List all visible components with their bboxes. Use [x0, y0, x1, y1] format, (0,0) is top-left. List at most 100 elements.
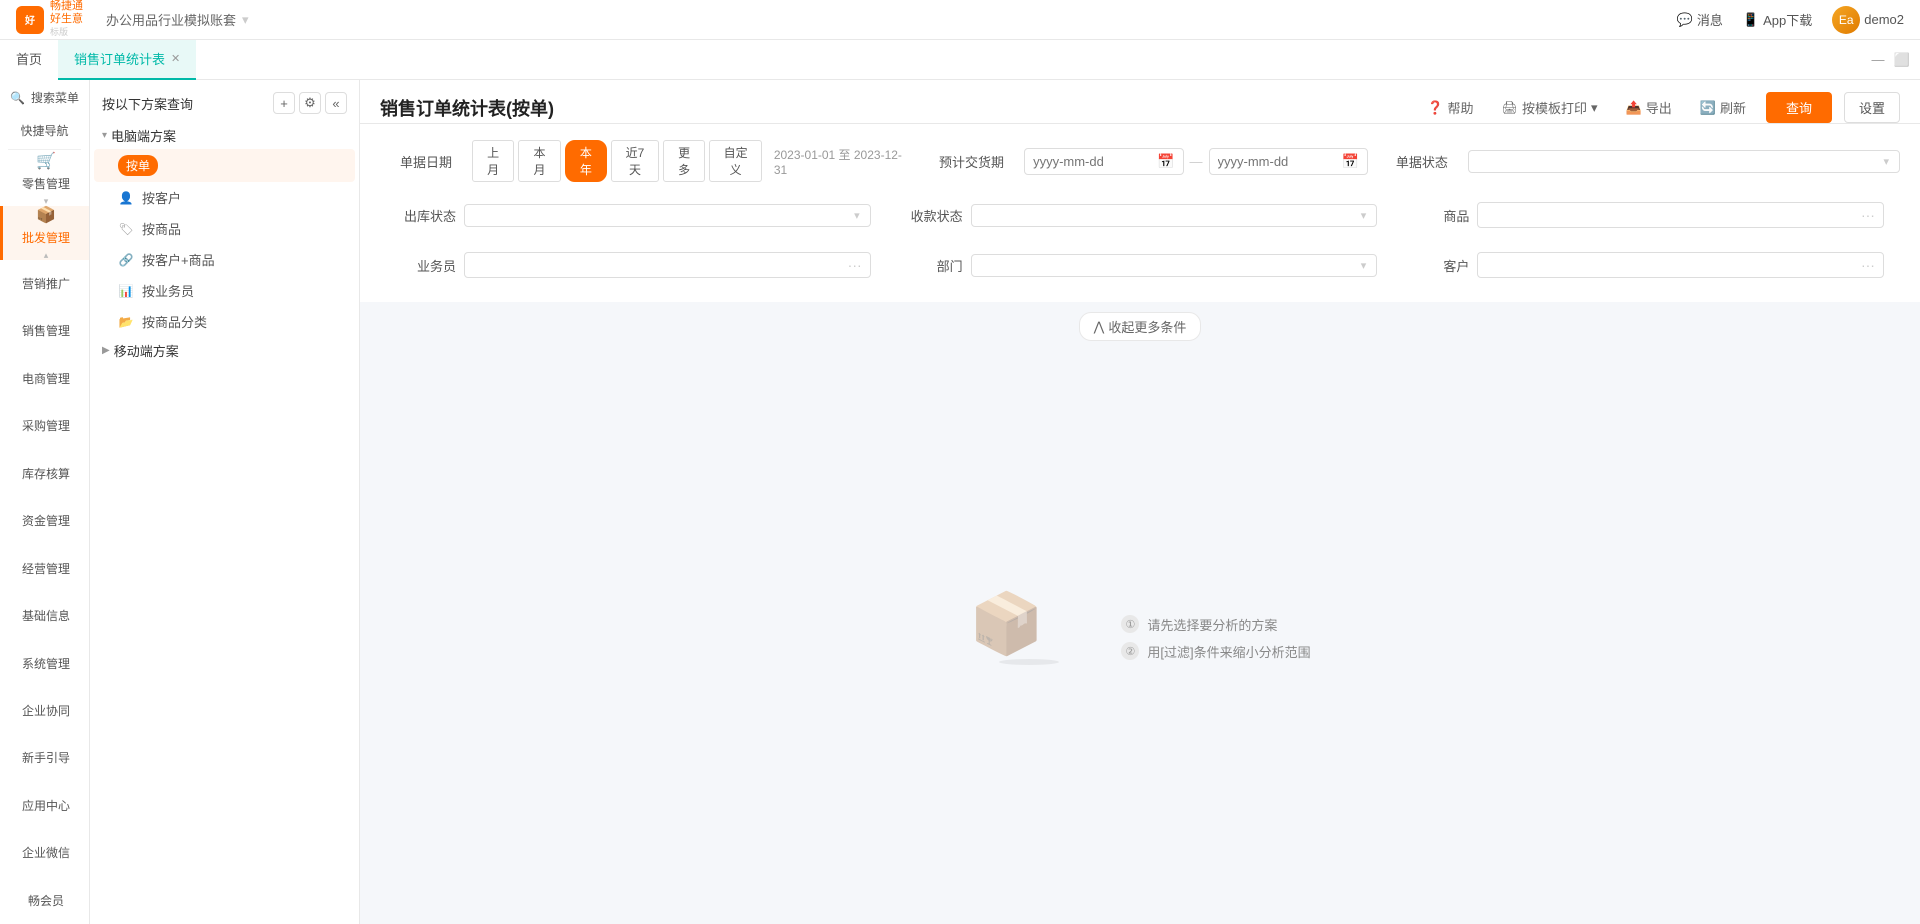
date-label: 单据日期: [380, 152, 452, 171]
date-btn-last-month[interactable]: 上月: [472, 140, 514, 182]
date-btn-this-year[interactable]: 本年: [565, 140, 607, 182]
breadcrumb-arrow: ▾: [242, 12, 249, 28]
hint-num-1: ①: [1121, 615, 1139, 633]
expected-date-end-input[interactable]: [1218, 154, 1338, 169]
sidebar-item-wechat[interactable]: 企业微信: [0, 829, 89, 876]
status-select[interactable]: ▾: [1468, 150, 1900, 173]
wholesale-label: 批发管理: [22, 229, 70, 246]
ship-status-select[interactable]: ▾: [464, 204, 871, 227]
expected-date-end[interactable]: 📅: [1209, 148, 1368, 175]
customer-dots-btn[interactable]: ···: [1861, 257, 1875, 273]
scheme-by-staff[interactable]: 📊 按业务员: [94, 275, 355, 306]
wholesale-icon: 📦: [36, 205, 56, 225]
date-dash: —: [1190, 154, 1203, 169]
cust-prod-scheme-label: 按客户+商品: [142, 250, 215, 269]
sidebar-item-ecommerce[interactable]: 电商管理: [0, 355, 89, 402]
page-title: 销售订单统计表(按单): [380, 95, 1419, 121]
app-download-btn[interactable]: 📱 App下载: [1743, 10, 1812, 29]
tab-sales-report[interactable]: 销售订单统计表 ✕: [58, 40, 196, 80]
sidebar: 🔍 搜索菜单 快捷导航 🛒 零售管理 ▾ 📦 批发管理 ▴ 营销推广 销售管理 …: [0, 80, 90, 924]
message-icon: 💬: [1677, 12, 1693, 28]
collapse-more-btn[interactable]: ⋀ 收起更多条件: [1079, 312, 1202, 341]
sidebar-quick-nav[interactable]: 快捷导航: [0, 115, 89, 147]
dept-arrow: ▾: [1361, 259, 1367, 272]
top-header: 好 畅捷通好生意标版 办公用品行业模拟账套 ▾ 💬 消息 📱 App下载 Ea …: [0, 0, 1920, 40]
message-btn[interactable]: 💬 消息: [1677, 10, 1723, 29]
empty-icon: 📦: [969, 588, 1089, 659]
sidebar-item-retail[interactable]: 🛒 零售管理 ▾: [0, 152, 89, 206]
sidebar-item-marketing[interactable]: 营销推广: [0, 260, 89, 307]
staff-dots-btn[interactable]: ···: [848, 257, 862, 273]
sidebar-search[interactable]: 🔍 搜索菜单: [0, 80, 89, 115]
tab-maximize-btn[interactable]: ⬜: [1892, 50, 1912, 70]
staff-cell: 业务员 ···: [380, 244, 887, 286]
payment-status-select[interactable]: ▾: [971, 204, 1378, 227]
hint-item-2: ② 用[过滤]条件来缩小分析范围: [1121, 642, 1310, 661]
tab-close-icon[interactable]: ✕: [171, 52, 180, 65]
date-btn-this-month[interactable]: 本月: [518, 140, 560, 182]
product-dots-btn[interactable]: ···: [1861, 207, 1875, 223]
sidebar-item-guide[interactable]: 新手引导: [0, 734, 89, 781]
print-icon: 🖨: [1502, 100, 1519, 116]
sidebar-item-member[interactable]: 畅会员: [0, 877, 89, 924]
scheme-by-category[interactable]: 📂 按商品分类: [94, 306, 355, 337]
sidebar-item-enterprise[interactable]: 企业协同: [0, 687, 89, 734]
refresh-btn[interactable]: 🔄 刷新: [1692, 94, 1754, 121]
tab-minimize-btn[interactable]: —: [1868, 50, 1888, 70]
enterprise-label: 企业协同: [22, 702, 70, 719]
pc-group-arrow: ▾: [102, 130, 107, 141]
sales-label: 销售管理: [22, 322, 70, 339]
sidebar-item-purchase[interactable]: 采购管理: [0, 402, 89, 449]
scheme-by-customer[interactable]: 👤 按客户: [94, 182, 355, 213]
add-scheme-btn[interactable]: +: [273, 92, 295, 114]
logo-icon: 好: [16, 6, 44, 34]
tab-home[interactable]: 首页: [0, 40, 58, 80]
sidebar-item-finance[interactable]: 资金管理: [0, 497, 89, 544]
pc-scheme-group-header[interactable]: ▾ 电脑端方案: [94, 122, 355, 149]
sidebar-item-inventory[interactable]: 库存核算: [0, 449, 89, 496]
expected-date-start-input[interactable]: [1033, 154, 1153, 169]
sidebar-item-basic[interactable]: 基础信息: [0, 592, 89, 639]
status-control: ▾: [1468, 150, 1900, 173]
dept-select[interactable]: ▾: [971, 254, 1378, 277]
date-btn-more[interactable]: 更多: [663, 140, 705, 182]
sidebar-item-system[interactable]: 系统管理: [0, 639, 89, 686]
username: demo2: [1864, 12, 1904, 27]
date-btn-7days[interactable]: 近7天: [611, 140, 659, 182]
app-logo: 好 畅捷通好生意标版: [16, 0, 106, 39]
sidebar-item-sales[interactable]: 销售管理: [0, 307, 89, 354]
search-icon: 🔍: [10, 91, 25, 105]
customer-scheme-label: 按客户: [142, 188, 181, 207]
scheme-settings-btn[interactable]: ⚙: [299, 92, 321, 114]
scheme-by-cust-prod[interactable]: 🔗 按客户+商品: [94, 244, 355, 275]
export-icon: 📤: [1626, 100, 1642, 116]
help-btn[interactable]: ❓ 帮助: [1419, 94, 1481, 121]
breadcrumb: 办公用品行业模拟账套 ▾: [106, 10, 1677, 29]
query-btn[interactable]: 查询: [1766, 92, 1832, 123]
staff-label: 业务员: [396, 256, 456, 275]
export-label: 导出: [1646, 98, 1672, 117]
sidebar-item-wholesale[interactable]: 📦 批发管理 ▴: [0, 206, 89, 260]
member-label: 畅会员: [28, 892, 64, 909]
template-print-btn[interactable]: 🖨 按模板打印 ▾: [1494, 94, 1606, 121]
scheme-by-product[interactable]: 🏷 按商品: [94, 213, 355, 244]
dept-label: 部门: [903, 256, 963, 275]
collapse-left-btn[interactable]: «: [325, 92, 347, 114]
expected-date-start[interactable]: 📅: [1024, 148, 1183, 175]
collapse-label: 收起更多条件: [1108, 317, 1186, 336]
system-label: 系统管理: [22, 655, 70, 672]
mobile-scheme-group-header[interactable]: ▶ 移动端方案: [94, 337, 355, 364]
export-btn[interactable]: 📤 导出: [1618, 94, 1680, 121]
left-panel-actions: + ⚙ «: [273, 92, 347, 114]
date-btn-custom[interactable]: 自定义: [709, 140, 762, 182]
settings-btn[interactable]: 设置: [1844, 92, 1900, 123]
scheme-by-order[interactable]: 按单: [94, 149, 355, 182]
sidebar-item-operations[interactable]: 经营管理: [0, 544, 89, 591]
left-panel: 按以下方案查询 + ⚙ « ▾ 电脑端方案 按单 👤 按客户: [90, 80, 360, 924]
help-icon: ❓: [1427, 100, 1443, 116]
tab-home-label: 首页: [16, 49, 42, 68]
sidebar-item-apps[interactable]: 应用中心: [0, 782, 89, 829]
tab-bar-right: — ⬜: [1868, 50, 1920, 70]
user-menu[interactable]: Ea demo2: [1832, 6, 1904, 34]
ship-status-label: 出库状态: [396, 206, 456, 225]
